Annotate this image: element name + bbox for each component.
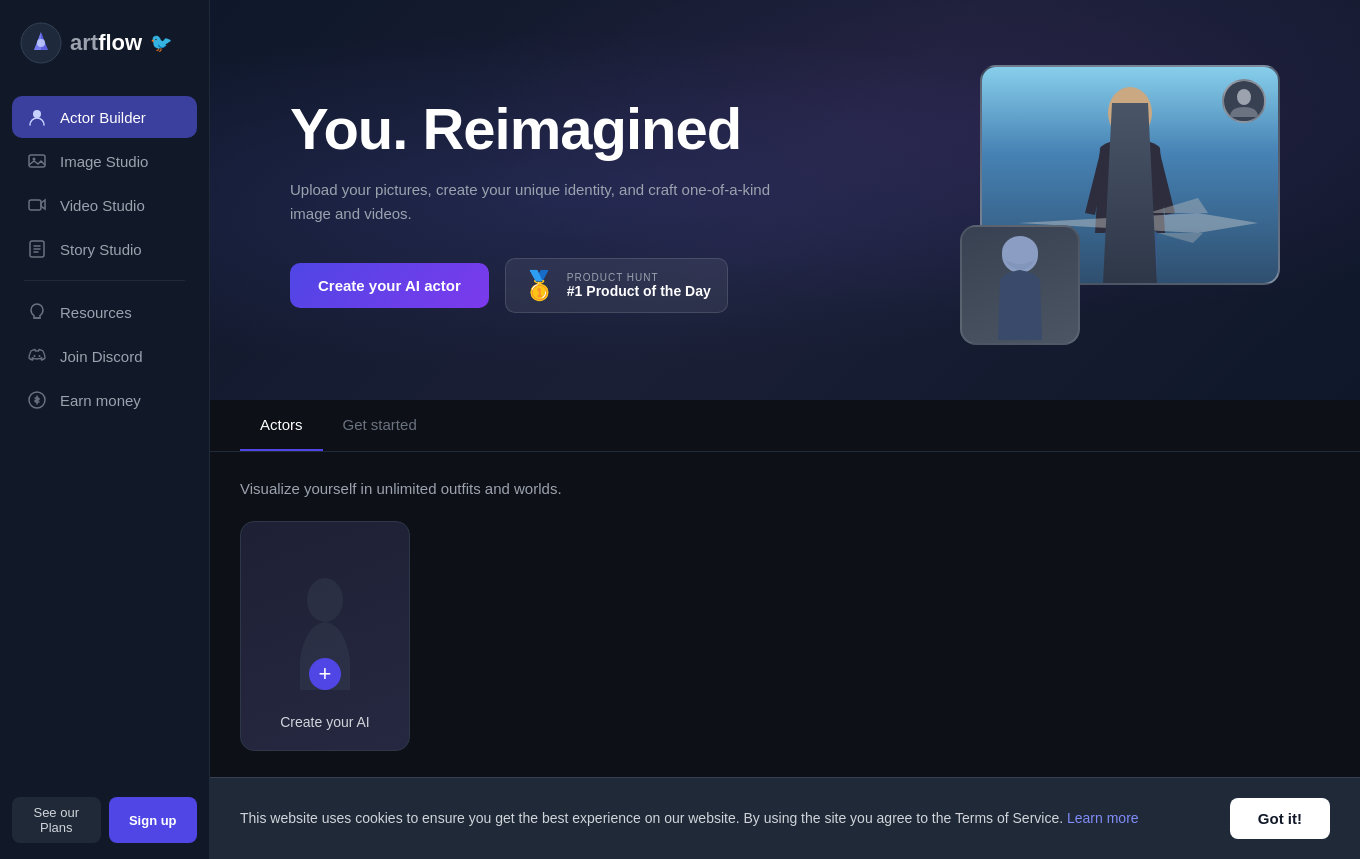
svg-point-2 [33,110,41,118]
svg-point-7 [34,355,36,357]
sign-up-button[interactable]: Sign up [109,797,198,843]
main-content: You. Reimagined Upload your pictures, cr… [210,0,1360,859]
tab-actors[interactable]: Actors [240,400,323,451]
cookie-banner: This website uses cookies to ensure you … [210,777,1360,859]
product-hunt-label: PRODUCT HUNT [567,272,711,283]
svg-point-16 [1237,89,1251,105]
person-silhouette-secondary [970,230,1070,340]
tab-get-started[interactable]: Get started [323,400,437,451]
add-actor-button[interactable]: + [309,658,341,690]
product-hunt-value: #1 Product of the Day [567,283,711,299]
sidebar-item-video-studio[interactable]: Video Studio [12,184,197,226]
svg-rect-3 [29,155,45,167]
svg-rect-5 [29,200,41,210]
hero-secondary-image [960,225,1080,345]
sidebar-item-actor-builder-label: Actor Builder [60,109,146,126]
sidebar-item-resources-label: Resources [60,304,132,321]
artflow-logo-icon [20,22,62,64]
svg-rect-13 [1105,231,1130,283]
create-actor-card[interactable]: + Create your AI [240,521,410,751]
sidebar-item-video-studio-label: Video Studio [60,197,145,214]
earn-money-icon [26,389,48,411]
story-studio-icon [26,238,48,260]
sidebar-item-discord-label: Join Discord [60,348,143,365]
hero-images [960,65,1280,345]
product-hunt-badge: 🥇 PRODUCT HUNT #1 Product of the Day [505,258,728,313]
svg-point-4 [33,158,36,161]
hero-actions: Create your AI actor 🥇 PRODUCT HUNT #1 P… [290,258,810,313]
brand-name: artflow [70,30,142,56]
hero-avatar [1222,79,1266,123]
svg-point-1 [37,39,45,47]
brand-badge: 🐦 [150,32,172,54]
svg-point-8 [39,355,41,357]
logo-area: artflow 🐦 [0,0,209,86]
svg-rect-14 [1132,231,1157,283]
hero-text: You. Reimagined Upload your pictures, cr… [290,97,810,314]
avatar-silhouette [1224,81,1264,121]
hero-subtitle: Upload your pictures, create your unique… [290,178,810,226]
see-plans-button[interactable]: See our Plans [12,797,101,843]
svg-point-19 [307,578,343,622]
video-studio-icon [26,194,48,216]
sidebar-item-image-studio[interactable]: Image Studio [12,140,197,182]
actor-builder-icon [26,106,48,128]
resources-icon [26,301,48,323]
image-studio-icon [26,150,48,172]
got-it-button[interactable]: Got it! [1230,798,1330,839]
nav-divider [24,280,185,281]
sidebar-item-earn-money-label: Earn money [60,392,141,409]
sidebar-item-actor-builder[interactable]: Actor Builder [12,96,197,138]
create-actor-label: Create your AI [280,714,370,730]
sidebar-item-resources[interactable]: Resources [12,291,197,333]
svg-point-10 [1108,87,1152,139]
sidebar: artflow 🐦 Actor Builder Image Studio [0,0,210,859]
hero-section: You. Reimagined Upload your pictures, cr… [210,0,1360,400]
sidebar-item-story-studio-label: Story Studio [60,241,142,258]
create-actor-button[interactable]: Create your AI actor [290,263,489,308]
svg-rect-12 [1133,111,1147,119]
sidebar-item-image-studio-label: Image Studio [60,153,148,170]
actors-grid: + Create your AI [240,521,1330,751]
actors-subtitle: Visualize yourself in unlimited outfits … [240,480,1330,497]
sidebar-item-join-discord[interactable]: Join Discord [12,335,197,377]
product-hunt-text: PRODUCT HUNT #1 Product of the Day [567,272,711,299]
sidebar-item-story-studio[interactable]: Story Studio [12,228,197,270]
cookie-text: This website uses cookies to ensure you … [240,808,1139,829]
product-hunt-medal-icon: 🥇 [522,269,557,302]
sidebar-nav: Actor Builder Image Studio Video Studio [0,86,209,781]
hero-title: You. Reimagined [290,97,810,161]
discord-icon [26,345,48,367]
sidebar-item-earn-money[interactable]: Earn money [12,379,197,421]
svg-rect-11 [1113,111,1127,119]
sidebar-bottom: See our Plans Sign up [0,781,209,859]
learn-more-link[interactable]: Learn more [1067,810,1139,826]
tabs-bar: Actors Get started [210,400,1360,452]
